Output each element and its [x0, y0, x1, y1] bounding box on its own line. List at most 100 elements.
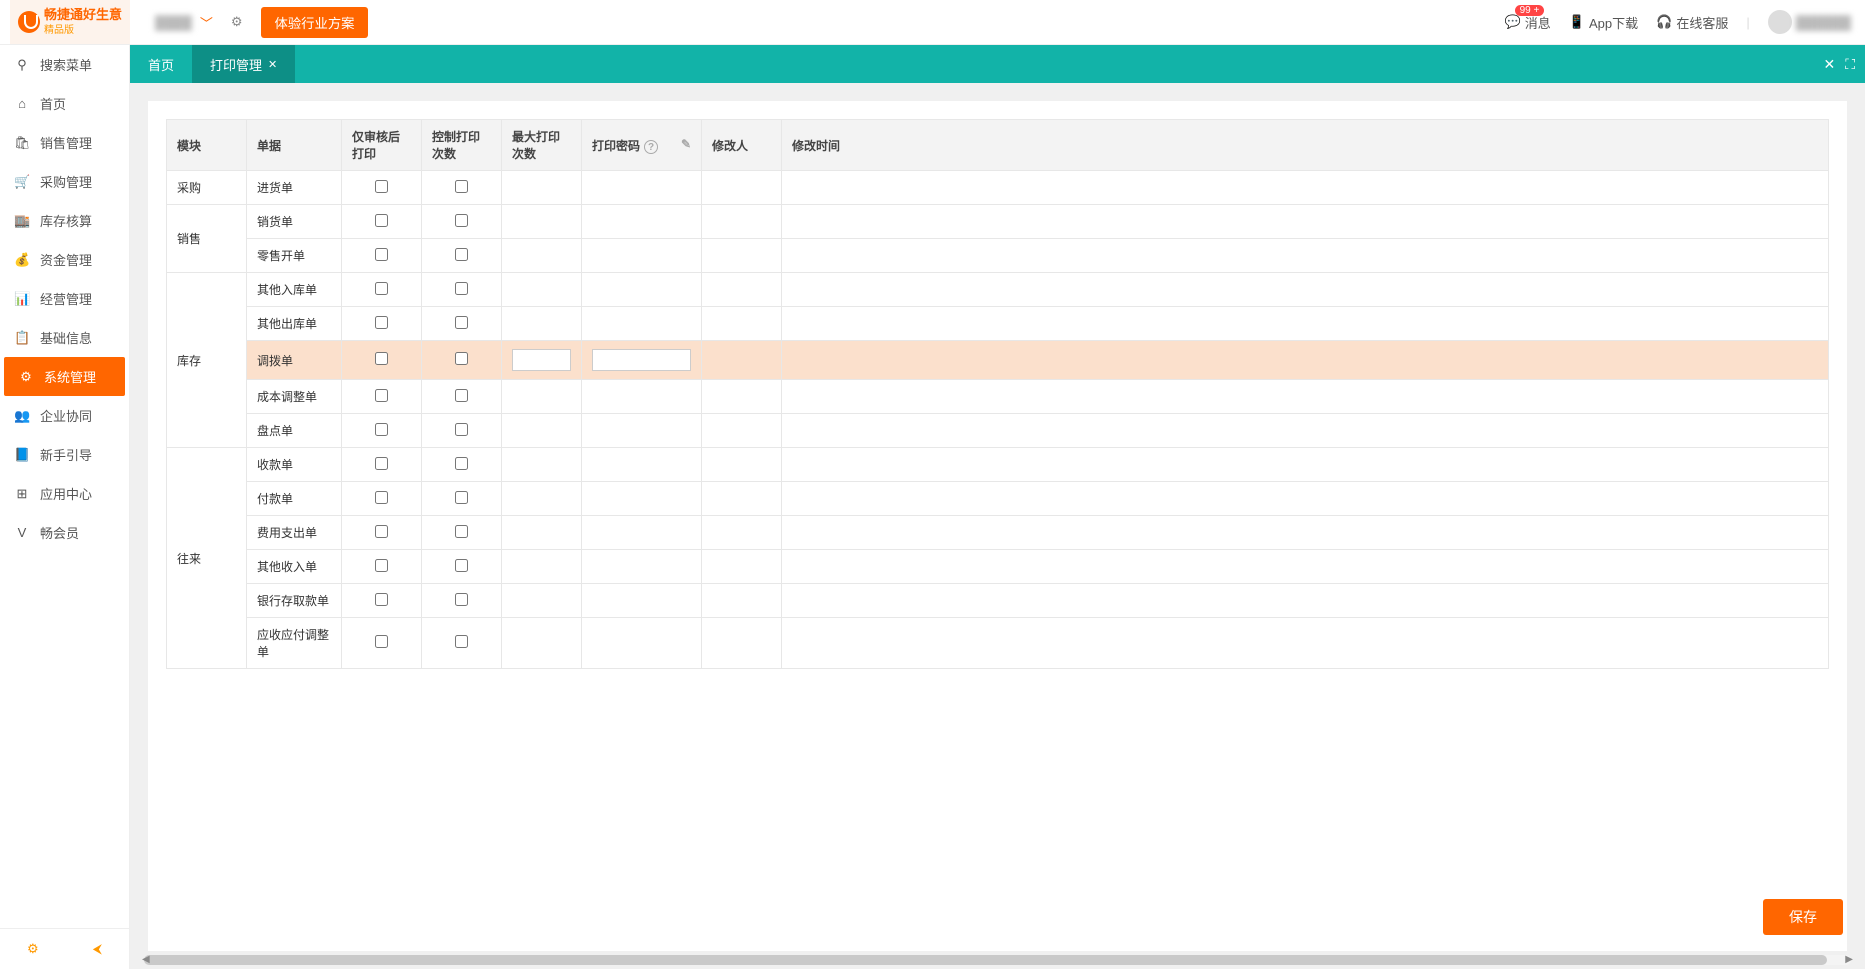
cell-pwd	[582, 380, 702, 414]
control-count-checkbox[interactable]	[455, 491, 468, 504]
control-count-checkbox[interactable]	[455, 559, 468, 572]
sidebar-item-11[interactable]: ⊞ 应用中心	[0, 474, 129, 513]
max-print-input[interactable]	[512, 349, 571, 371]
control-count-checkbox[interactable]	[455, 180, 468, 193]
edit-icon[interactable]: ✎	[681, 137, 691, 151]
sidebar-icon: ⌂	[14, 96, 30, 111]
sidebar-item-3[interactable]: 🛒采购管理	[0, 162, 129, 201]
cell-pwd	[582, 414, 702, 448]
table-row: 其他收入单	[167, 550, 1829, 584]
cell-modifier	[702, 380, 782, 414]
control-count-checkbox[interactable]	[455, 525, 468, 538]
collapse-icon[interactable]: ⮜	[93, 941, 102, 957]
only-audited-checkbox[interactable]	[375, 214, 388, 227]
only-audited-checkbox[interactable]	[375, 593, 388, 606]
gear-icon[interactable]: ⚙	[231, 14, 243, 30]
only-audited-checkbox[interactable]	[375, 423, 388, 436]
cell-max	[502, 341, 582, 380]
cell-modtime	[782, 618, 1829, 669]
cell-modifier	[702, 482, 782, 516]
only-audited-checkbox[interactable]	[375, 282, 388, 295]
sidebar-icon: 🏬	[14, 213, 30, 229]
cell-pwd	[582, 516, 702, 550]
th-max: 最大打印次数	[502, 120, 582, 171]
only-audited-checkbox[interactable]	[375, 491, 388, 504]
cell-max	[502, 307, 582, 341]
app-download-label: App下载	[1589, 13, 1638, 32]
table-row: 成本调整单	[167, 380, 1829, 414]
cell-doc: 进货单	[247, 171, 342, 205]
only-audited-checkbox[interactable]	[375, 525, 388, 538]
only-audited-checkbox[interactable]	[375, 352, 388, 365]
sidebar-item-4[interactable]: 🏬库存核算	[0, 201, 129, 240]
control-count-checkbox[interactable]	[455, 457, 468, 470]
cell-control	[422, 550, 502, 584]
tab-close-all-icon[interactable]: ✕	[1823, 56, 1835, 73]
messages-button[interactable]: 💬 消息 99 +	[1505, 13, 1551, 32]
sidebar-item-0[interactable]: ⚲搜索菜单	[0, 45, 129, 84]
app-download-button[interactable]: 📱 App下载	[1569, 13, 1638, 32]
control-count-checkbox[interactable]	[455, 214, 468, 227]
control-count-checkbox[interactable]	[455, 248, 468, 261]
company-select[interactable]: ████ ﹀ ⚙	[155, 13, 243, 32]
cell-control	[422, 584, 502, 618]
tab-print-manage[interactable]: 打印管理 ✕	[192, 45, 295, 83]
cell-pwd	[582, 482, 702, 516]
sidebar-icon: V	[14, 525, 30, 540]
sidebar-icon: ⊞	[14, 486, 30, 502]
cell-modifier	[702, 584, 782, 618]
sidebar-item-5[interactable]: 💰资金管理	[0, 240, 129, 279]
sidebar-item-6[interactable]: 📊经营管理	[0, 279, 129, 318]
cell-modifier	[702, 205, 782, 239]
tab-home[interactable]: 首页	[130, 45, 192, 83]
online-service-button[interactable]: 🎧 在线客服	[1656, 13, 1728, 32]
horizontal-scrollbar[interactable]: ◀ ▶	[144, 955, 1851, 965]
only-audited-checkbox[interactable]	[375, 635, 388, 648]
tab-print-manage-label: 打印管理	[210, 55, 262, 74]
only-audited-checkbox[interactable]	[375, 389, 388, 402]
print-settings-table: 模块 单据 仅审核后打印 控制打印次数 最大打印次数 打印密码?✎ 修改人 修改…	[166, 119, 1829, 669]
only-audited-checkbox[interactable]	[375, 180, 388, 193]
control-count-checkbox[interactable]	[455, 316, 468, 329]
sidebar-item-9[interactable]: 👥企业协同	[0, 396, 129, 435]
save-button[interactable]: 保存	[1763, 899, 1843, 935]
table-row: 零售开单	[167, 239, 1829, 273]
sidebar-item-label: 经营管理	[40, 289, 92, 308]
top-right-actions: 💬 消息 99 + 📱 App下载 🎧 在线客服 | ██████	[1505, 10, 1851, 34]
control-count-checkbox[interactable]	[455, 352, 468, 365]
sidebar-item-7[interactable]: 📋基础信息	[0, 318, 129, 357]
scroll-left-icon[interactable]: ◀	[142, 954, 150, 965]
sidebar-item-8[interactable]: ⚙系统管理	[4, 357, 125, 396]
cell-pwd	[582, 584, 702, 618]
sidebar: ⚲搜索菜单⌂首页🛍销售管理🛒采购管理🏬库存核算💰资金管理📊经营管理📋基础信息⚙系…	[0, 45, 130, 969]
only-audited-checkbox[interactable]	[375, 457, 388, 470]
print-password-input[interactable]	[592, 349, 691, 371]
control-count-checkbox[interactable]	[455, 389, 468, 402]
settings-icon[interactable]: ⚙	[27, 941, 39, 957]
sidebar-item-label: 应用中心	[40, 484, 92, 503]
cell-doc: 付款单	[247, 482, 342, 516]
industry-plan-button[interactable]: 体验行业方案	[261, 7, 369, 38]
scroll-right-icon[interactable]: ▶	[1845, 954, 1853, 965]
only-audited-checkbox[interactable]	[375, 559, 388, 572]
help-icon[interactable]: ?	[644, 140, 658, 154]
only-audited-checkbox[interactable]	[375, 248, 388, 261]
control-count-checkbox[interactable]	[455, 282, 468, 295]
sidebar-item-2[interactable]: 🛍销售管理	[0, 123, 129, 162]
sidebar-item-12[interactable]: V畅会员	[0, 513, 129, 552]
user-menu[interactable]: ██████	[1768, 10, 1851, 34]
cell-max	[502, 448, 582, 482]
control-count-checkbox[interactable]	[455, 593, 468, 606]
cell-only-audited	[342, 171, 422, 205]
control-count-checkbox[interactable]	[455, 423, 468, 436]
only-audited-checkbox[interactable]	[375, 316, 388, 329]
sidebar-bottom: ⚙ ⮜	[0, 928, 129, 969]
cell-pwd	[582, 307, 702, 341]
close-icon[interactable]: ✕	[268, 58, 277, 71]
cell-max	[502, 273, 582, 307]
control-count-checkbox[interactable]	[455, 635, 468, 648]
sidebar-icon: 🛍	[14, 135, 30, 151]
sidebar-item-10[interactable]: 📘新手引导	[0, 435, 129, 474]
fullscreen-icon[interactable]: ⛶	[1845, 56, 1855, 73]
sidebar-item-1[interactable]: ⌂首页	[0, 84, 129, 123]
